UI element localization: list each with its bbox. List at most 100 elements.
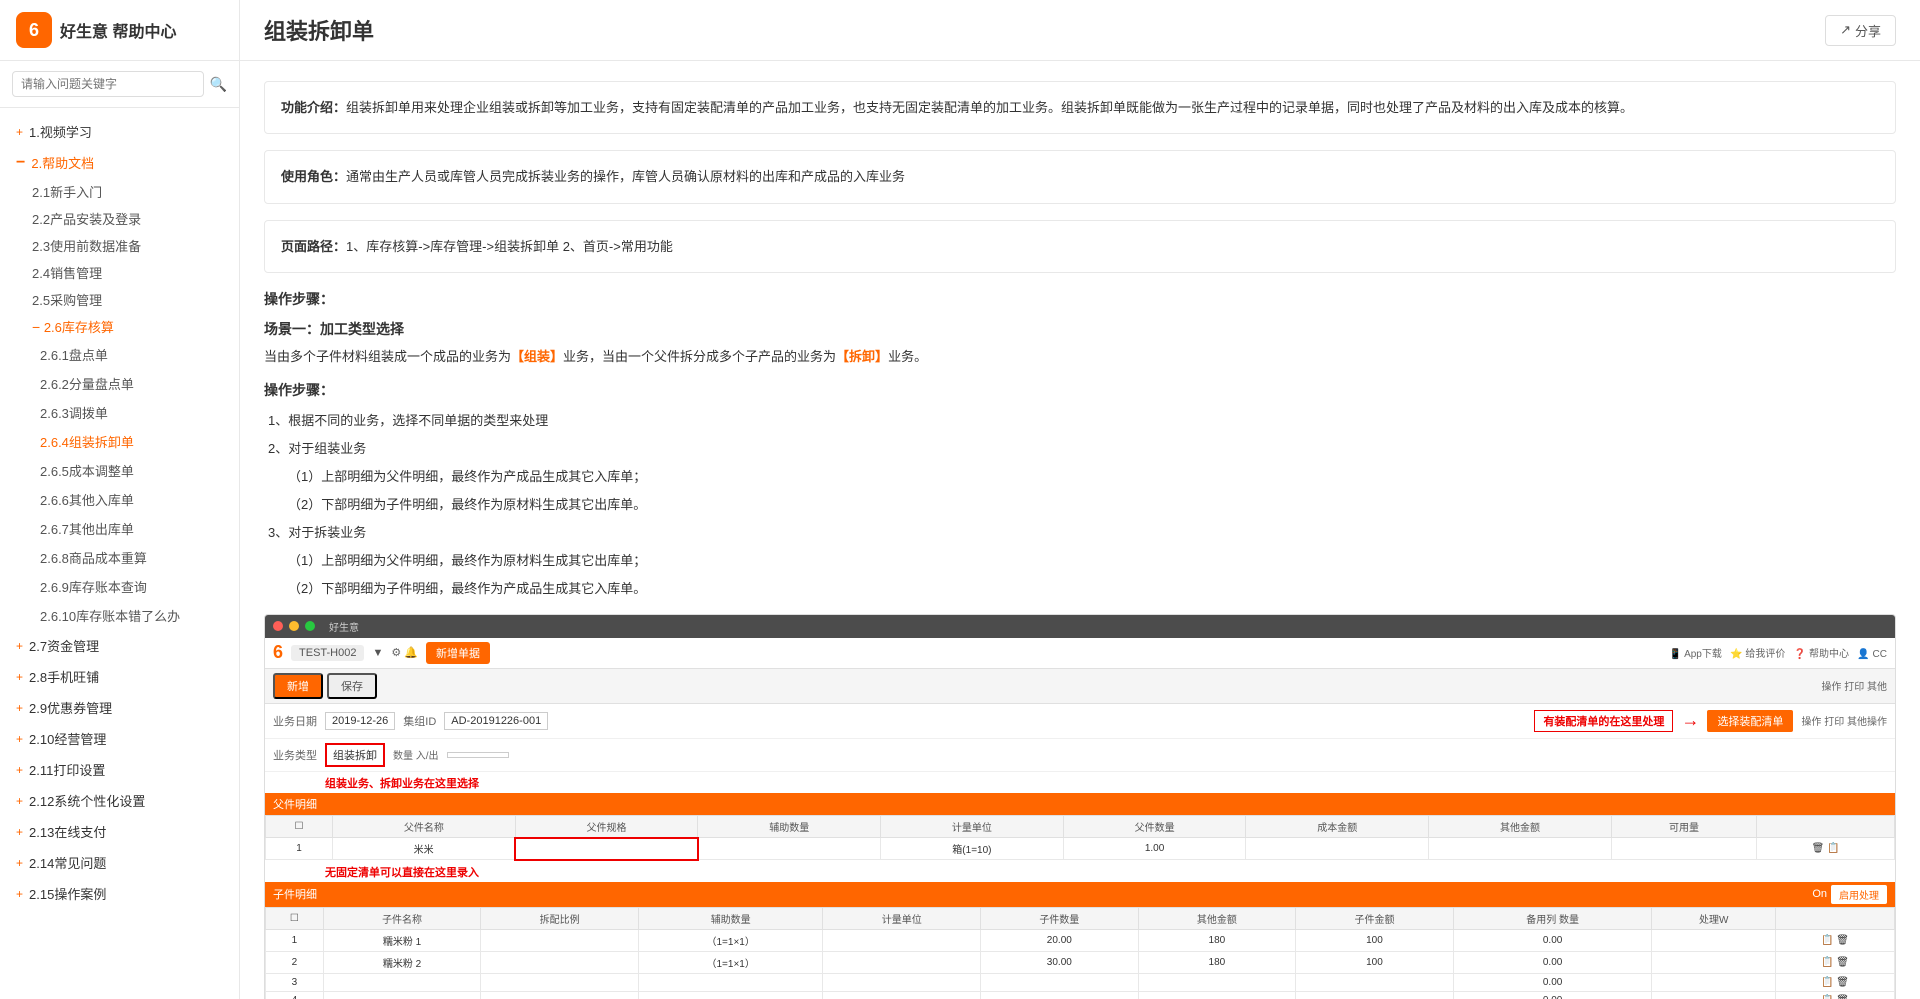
search-box: 🔍: [0, 61, 239, 108]
sim-upper-table: ☐ 父件名称 父件规格 辅助数量 计量单位 父件数量 成本金额 其他金额 可用量: [265, 815, 1895, 861]
sim-section-header-lower: 子件明细 On 启用处理: [265, 882, 1895, 907]
steps-header: 操作步骤：: [264, 289, 1896, 309]
sim-lower-table: ☐ 子件名称 拆配比例 辅助数量 计量单位 子件数量 其他金额 子件金额 备用列…: [265, 907, 1895, 999]
sidebar-item-split[interactable]: 2.6.2分量盘点单: [0, 369, 239, 398]
sidebar-nav: + 1.视频学习 − 2.帮助文档 2.1新手入门 2.2产品安装及登录 2.3…: [0, 108, 239, 999]
sidebar-item-install[interactable]: 2.2产品安装及登录: [0, 205, 239, 232]
annotation-type-row: 组装业务、拆卸业务在这里选择: [265, 772, 1895, 793]
th-check: ☐: [266, 815, 333, 838]
sidebar-item-data[interactable]: 2.3使用前数据准备: [0, 232, 239, 259]
max-dot: [305, 621, 315, 631]
sim-form-row1: 业务日期 2019-12-26 集组ID AD-20191226-001 有装配…: [265, 704, 1895, 739]
sidebar-item-ops[interactable]: + 2.10经营管理: [0, 723, 239, 754]
sim-icons: ⚙ 🔔: [391, 646, 418, 659]
date-field: 2019-12-26: [325, 712, 395, 730]
scene1-header: 场景一：加工类型选择: [264, 319, 1896, 339]
th-cost: 成本金额: [1246, 815, 1429, 838]
main-panel: 组装拆卸单 ↗ 分享 功能介绍：组装拆卸单用来处理企业组装或拆卸等加工业务，支持…: [240, 0, 1920, 999]
sidebar: 6 好生意 帮助中心 🔍 + 1.视频学习 − 2.帮助文档 2.1新手入门 2…: [0, 0, 240, 999]
sim-extra-btns: 操作 打印 其他: [1821, 678, 1887, 693]
share-icon: ↗: [1840, 22, 1851, 38]
sidebar-item-faq[interactable]: + 2.14常见问题: [0, 847, 239, 878]
sidebar-item-inbound[interactable]: 2.6.6其他入库单: [0, 485, 239, 514]
sim-section-header-upper: 父件明细: [265, 793, 1895, 815]
site-title: 好生意 帮助中心: [60, 18, 176, 42]
main-header: 组装拆卸单 ↗ 分享: [240, 0, 1920, 61]
sim-dropdown-icon: ▼: [372, 647, 383, 659]
lth-unit: 计量单位: [823, 907, 981, 929]
sidebar-item-print[interactable]: + 2.11打印设置: [0, 754, 239, 785]
search-button[interactable]: 🔍: [210, 76, 227, 93]
th-parent-name: 父件名称: [332, 815, 515, 838]
sim-select-bom-btn[interactable]: 选择装配清单: [1707, 710, 1793, 732]
th-aux-qty: 辅助数量: [698, 815, 881, 838]
sidebar-item-inventory[interactable]: − 2.6库存核算: [0, 313, 239, 340]
sidebar-item-stockerror[interactable]: 2.6.10库存账本错了么办: [0, 601, 239, 630]
sidebar-item-mobile[interactable]: + 2.8手机旺铺: [0, 661, 239, 692]
cases-expand-icon: +: [16, 887, 23, 901]
qty-label: 数量 入/出: [393, 747, 439, 762]
assembly-label: 集组ID: [403, 713, 436, 729]
sim-tab-save[interactable]: 保存: [327, 673, 377, 699]
lth-child-cost: 子件金额: [1296, 907, 1454, 929]
sidebar-item-online[interactable]: + 2.13在线支付: [0, 816, 239, 847]
sidebar-item-stocktake[interactable]: 2.6.1盘点单: [0, 340, 239, 369]
role-intro-box: 使用角色：通常由生产人员或库管人员完成拆装业务的操作，库管人员确认原材料的出库和…: [264, 150, 1896, 203]
sidebar-item-docs[interactable]: − 2.帮助文档: [0, 147, 239, 178]
role-label: 使用角色：: [281, 169, 346, 184]
sidebar-item-coupon[interactable]: + 2.9优惠券管理: [0, 692, 239, 723]
sim-topbar: 6 TEST-H002 ▼ ⚙ 🔔 新增单据 📱 App下载 ⭐ 给我评价 ❓ …: [265, 638, 1895, 669]
main-content: 功能介绍：组装拆卸单用来处理企业组装或拆卸等加工业务，支持有固定装配清单的产品加…: [240, 61, 1920, 999]
sim-upper-table-wrapper: ☐ 父件名称 父件规格 辅助数量 计量单位 父件数量 成本金额 其他金额 可用量: [265, 815, 1895, 882]
th-unit: 计量单位: [881, 815, 1064, 838]
function-text: 组装拆卸单用来处理企业组装或拆卸等加工业务，支持有固定装配清单的产品加工业务，也…: [346, 100, 1633, 115]
scene1-desc: 当由多个子件材料组装成一个成品的业务为【组装】业务，当由一个父件拆分成多个子产品…: [264, 345, 1896, 370]
sidebar-item-purchase[interactable]: 2.5采购管理: [0, 286, 239, 313]
lth-child-qty: 子件数量: [981, 907, 1139, 929]
sidebar-item-sales[interactable]: 2.4销售管理: [0, 259, 239, 286]
sim-tab-new[interactable]: 新增: [273, 673, 323, 699]
role-text: 通常由生产人员或库管人员完成拆装业务的操作，库管人员确认原材料的出库和产成品的入…: [346, 169, 905, 184]
function-intro-box: 功能介绍：组装拆卸单用来处理企业组装或拆卸等加工业务，支持有固定装配清单的产品加…: [264, 81, 1896, 134]
sidebar-item-stockcheck[interactable]: 2.6.9库存账本查询: [0, 572, 239, 601]
sidebar-item-outbound[interactable]: 2.6.7其他出库单: [0, 514, 239, 543]
sidebar-item-new[interactable]: 2.1新手入门: [0, 178, 239, 205]
sidebar-item-cases[interactable]: + 2.15操作案例: [0, 878, 239, 909]
page-title: 组装拆卸单: [264, 14, 374, 46]
th-parent-spec: 父件规格: [515, 815, 698, 838]
annotation-type: 组装业务、拆卸业务在这里选择: [325, 778, 479, 790]
qty-field: [447, 752, 509, 758]
sidebar-item-assembly[interactable]: 2.6.4组装拆卸单: [0, 427, 239, 456]
th-parent-qty: 父件数量: [1063, 815, 1246, 838]
expand-icon: +: [16, 125, 23, 139]
step3: 3、对于拆装业务: [268, 520, 1896, 546]
screenshot-container: 好生意 6 TEST-H002 ▼ ⚙ 🔔 新增单据 📱 App下载 ⭐ 给我评…: [264, 614, 1896, 999]
sidebar-item-goodscost[interactable]: 2.6.8商品成本重算: [0, 543, 239, 572]
sim-process-btn[interactable]: 启用处理: [1831, 885, 1887, 904]
window-bar: 好生意: [265, 615, 1895, 638]
lth-backup: 备用列 数量: [1453, 907, 1652, 929]
lth-ratio: 拆配比例: [481, 907, 639, 929]
lower-table-row-4: 40.00📋 🗑: [266, 991, 1895, 999]
sim-logo: 6: [273, 642, 283, 663]
sidebar-item-videos[interactable]: + 1.视频学习: [0, 116, 239, 147]
sim-testid: TEST-H002: [291, 645, 364, 661]
function-label: 功能介绍：: [281, 100, 346, 115]
step1: 1、根据不同的业务，选择不同单据的类型来处理: [268, 408, 1896, 434]
annotation-enter: 无固定清单可以直接在这里录入: [325, 867, 479, 879]
sidebar-item-finance[interactable]: + 2.7资金管理: [0, 630, 239, 661]
sidebar-item-custom[interactable]: + 2.12系统个性化设置: [0, 785, 239, 816]
path-label: 页面路径：: [281, 239, 346, 254]
assembly-field: AD-20191226-001: [444, 712, 548, 730]
sidebar-item-cost[interactable]: 2.6.5成本调整单: [0, 456, 239, 485]
sim-right-icons: 📱 App下载 ⭐ 给我评价 ❓ 帮助中心 👤 CC: [1669, 645, 1887, 660]
inventory-expand-icon: −: [32, 319, 40, 335]
path-intro-box: 页面路径：1、库存核算->库存管理->组装拆卸单 2、首页->常用功能: [264, 220, 1896, 273]
sidebar-item-adjust[interactable]: 2.6.3调拨单: [0, 398, 239, 427]
share-button[interactable]: ↗ 分享: [1825, 15, 1896, 46]
date-label: 业务日期: [273, 713, 317, 729]
sim-new-btn[interactable]: 新增单据: [426, 642, 490, 664]
step2: 2、对于组装业务: [268, 436, 1896, 462]
th-avail: 可用量: [1611, 815, 1756, 838]
search-input[interactable]: [12, 71, 204, 97]
